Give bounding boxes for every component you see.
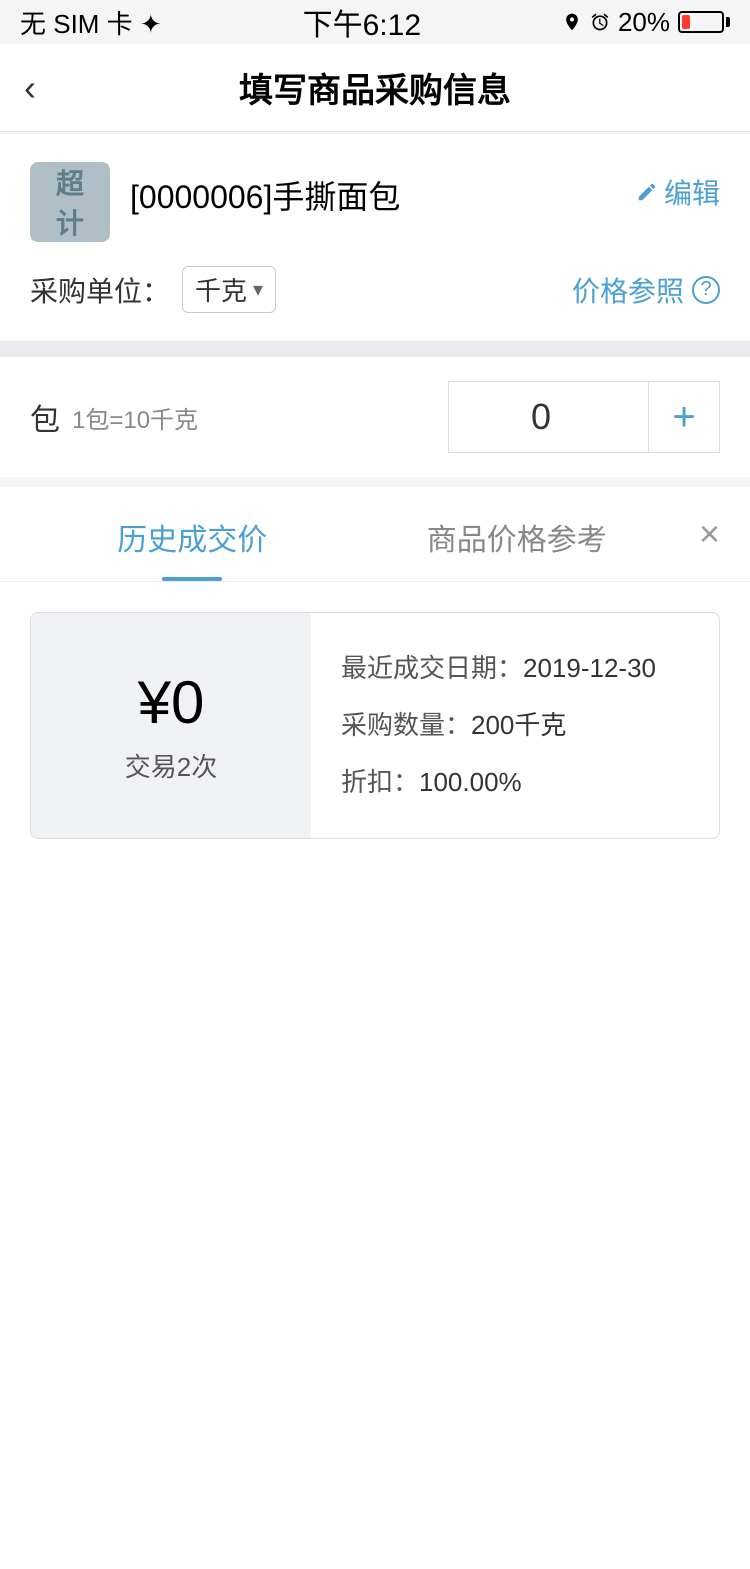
- tx-purchase-qty-row: 采购数量：200千克: [341, 706, 689, 745]
- tx-details-section: 最近成交日期：2019-12-30 采购数量：200千克 折扣：100.00%: [311, 613, 719, 838]
- transaction-card: ¥0 交易2次 最近成交日期：2019-12-30 采购数量：200千克 折扣：…: [30, 612, 720, 839]
- tx-discount-value: 100.00%: [419, 767, 522, 797]
- product-name: [0000006]手撕面包: [130, 172, 400, 218]
- qty-unit-badge: 包: [30, 395, 60, 439]
- nav-bar: ‹ 填写商品采购信息: [0, 44, 750, 132]
- tx-purchase-qty-label: 采购数量：: [341, 710, 471, 740]
- tx-trade-count: 交易2次: [125, 747, 217, 784]
- battery-icon: [678, 11, 730, 33]
- quantity-label: 包 1包=10千克: [30, 395, 198, 439]
- quantity-row: 包 1包=10千克 +: [0, 357, 750, 477]
- tabs-section: 历史成交价 商品价格参考 × ¥0 交易2次 最近成交日期：2019-12-30…: [0, 487, 750, 869]
- edit-icon: [636, 181, 658, 203]
- price-ref-label: 价格参照: [572, 270, 684, 310]
- quantity-control: +: [448, 381, 720, 453]
- location-icon: [562, 12, 582, 32]
- tab-product-price-ref[interactable]: 商品价格参考: [354, 487, 678, 581]
- tab-history-price[interactable]: 历史成交价: [30, 487, 354, 581]
- tx-recent-date-row: 最近成交日期：2019-12-30: [341, 649, 689, 688]
- alarm-icon: [590, 12, 610, 32]
- tx-price-section: ¥0 交易2次: [31, 613, 311, 838]
- status-time: 下午6:12: [303, 0, 421, 44]
- tx-purchase-qty-value: 200千克: [471, 710, 566, 740]
- no-sim-label: 无 SIM 卡 ✦: [20, 4, 162, 41]
- tab-close-button[interactable]: ×: [679, 493, 720, 575]
- tabs-header: 历史成交价 商品价格参考 ×: [0, 487, 750, 582]
- tab-content: ¥0 交易2次 最近成交日期：2019-12-30 采购数量：200千克 折扣：…: [0, 582, 750, 869]
- divider-strip: [0, 341, 750, 357]
- product-card: 超计 [0000006]手撕面包 编辑 采购单位： 千克 ▾ 价格参照 ?: [0, 134, 750, 341]
- status-right: 20%: [562, 7, 730, 38]
- edit-label: 编辑: [664, 172, 720, 212]
- price-ref-button[interactable]: 价格参照 ?: [572, 270, 720, 310]
- qty-plus-button[interactable]: +: [648, 381, 720, 453]
- tx-discount-label: 折扣：: [341, 767, 419, 797]
- unit-dropdown[interactable]: 千克 ▾: [182, 266, 276, 313]
- unit-left: 采购单位： 千克 ▾: [30, 266, 276, 313]
- product-logo: 超计: [30, 162, 110, 242]
- quantity-input[interactable]: [448, 381, 648, 453]
- status-left: 无 SIM 卡 ✦: [20, 4, 162, 41]
- tx-price-value: ¥0: [138, 668, 205, 737]
- page-title: 填写商品采购信息: [239, 63, 511, 112]
- white-content-area: [0, 869, 750, 1569]
- battery-percent: 20%: [618, 7, 670, 38]
- unit-value: 千克: [195, 271, 247, 308]
- qty-conversion: 1包=10千克: [72, 400, 198, 435]
- unit-prefix-label: 采购单位：: [30, 270, 170, 310]
- dropdown-arrow-icon: ▾: [253, 277, 263, 302]
- tx-discount-row: 折扣：100.00%: [341, 763, 689, 802]
- edit-button[interactable]: 编辑: [636, 172, 720, 212]
- product-logo-text: 超计: [56, 162, 84, 242]
- price-ref-help-icon: ?: [692, 276, 720, 304]
- product-info: 超计 [0000006]手撕面包: [30, 162, 636, 242]
- tx-recent-date-label: 最近成交日期：: [341, 653, 523, 683]
- tx-recent-date-value: 2019-12-30: [523, 653, 656, 683]
- back-button[interactable]: ‹: [24, 67, 36, 109]
- status-bar: 无 SIM 卡 ✦ 下午6:12 20%: [0, 0, 750, 44]
